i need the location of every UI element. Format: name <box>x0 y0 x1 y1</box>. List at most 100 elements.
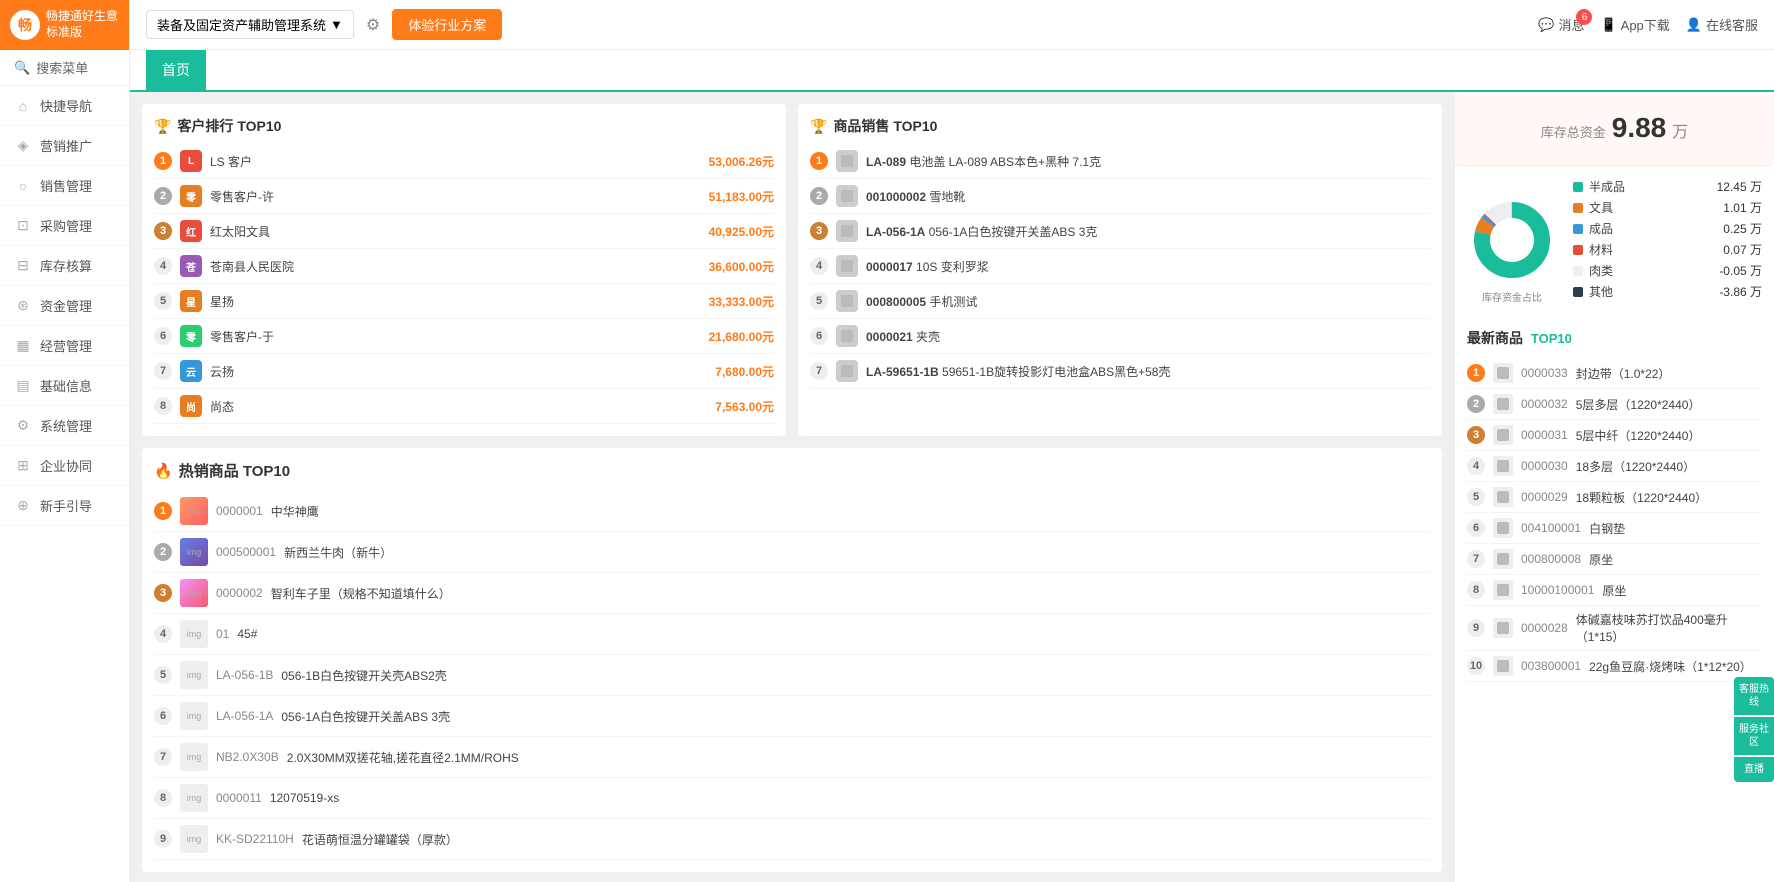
product-image: img <box>180 620 208 648</box>
product-rank-item: 7 LA-59651-1B 59651-1B旋转投影灯电池盒ABS黑色+58壳 <box>810 354 1430 389</box>
product-name: 056-1B白色按键开关壳ABS2壳 <box>281 667 446 684</box>
rank-number: 7 <box>810 362 828 380</box>
product-rank-list: 1 LA-089 电池盖 LA-089 ABS本色+黑种 7.1克 2 0010… <box>810 144 1430 389</box>
product-code: 0000032 <box>1521 397 1568 411</box>
service-community-button[interactable]: 服务社区 <box>1734 717 1774 755</box>
product-code: NB2.0X30B <box>216 750 279 764</box>
product-avatar <box>1493 363 1513 383</box>
rank-number: 8 <box>1467 581 1485 599</box>
system-select[interactable]: 装备及固定资产辅助管理系统 ▼ <box>146 10 354 39</box>
product-code: 0000033 <box>1521 366 1568 380</box>
product-avatar <box>1493 456 1513 476</box>
product-name: 18颗粒板（1220*2440） <box>1576 489 1707 506</box>
hot-product-item: 7 img NB2.0X30B 2.0X30MM双搓花轴,搓花直径2.1MM/R… <box>154 737 1430 778</box>
hot-product-item: 8 img 0000011 12070519-xs <box>154 778 1430 819</box>
product-image: img <box>180 538 208 566</box>
sidebar-item-marketing[interactable]: ◈ 营销推广 <box>0 126 129 166</box>
tab-home[interactable]: 首页 <box>146 50 206 90</box>
product-code: 0000001 <box>216 504 263 518</box>
legend-dot <box>1573 245 1583 255</box>
settings-icon[interactable]: ⚙ <box>366 15 380 35</box>
customer-ranking-card: 🏆 客户排行 TOP10 1 L LS 客户 53,006.26元 2 零 零售… <box>142 104 786 436</box>
customer-avatar: 云 <box>180 360 202 382</box>
product-name: LA-056-1A 056-1A白色按键开关盖ABS 3克 <box>866 223 1430 240</box>
sidebar-item-finance[interactable]: ⊛ 资金管理 <box>0 286 129 326</box>
product-name: 体碱嘉枝味苏打饮品400毫升（1*15） <box>1576 611 1762 645</box>
rank-number: 1 <box>154 502 172 520</box>
message-button[interactable]: 💬 消息 6 <box>1538 15 1584 34</box>
dropdown-icon: ▼ <box>330 17 343 32</box>
customer-name: 苍南县人民医院 <box>210 258 701 275</box>
customer-ranking-header: 🏆 客户排行 TOP10 <box>154 116 774 136</box>
inventory-unit: 万 <box>1672 118 1688 142</box>
product-avatar <box>1493 425 1513 445</box>
product-code: 000500001 <box>216 545 276 559</box>
product-code: 0000002 <box>216 586 263 600</box>
product-name: 45# <box>237 627 257 641</box>
product-avatar <box>1493 518 1513 538</box>
product-name: 原坐 <box>1589 551 1613 568</box>
customer-name: 零售客户-于 <box>210 328 701 345</box>
legend-name: 肉类 <box>1589 262 1713 279</box>
customer-avatar: 星 <box>180 290 202 312</box>
app-download-button[interactable]: 📱 App下载 <box>1600 15 1669 34</box>
customer-rank-item: 5 星 星扬 33,333.00元 <box>154 284 774 319</box>
legend-item: 半成品 12.45 万 <box>1573 178 1762 195</box>
sidebar-item-purchase[interactable]: ⊡ 采购管理 <box>0 206 129 246</box>
sidebar-item-operation[interactable]: ▦ 经营管理 <box>0 326 129 366</box>
customer-name: 红太阳文具 <box>210 223 701 240</box>
rank-number: 4 <box>810 257 828 275</box>
product-avatar <box>1493 580 1513 600</box>
fire-icon: 🔥 <box>154 462 173 480</box>
customer-rank-item: 4 苍 苍南县人民医院 36,600.00元 <box>154 249 774 284</box>
product-code: 0000028 <box>1521 621 1568 635</box>
inventory-summary: 库存总资金 9.88 万 <box>1455 92 1774 166</box>
product-avatar <box>836 185 858 207</box>
inventory-label: 库存总资金 <box>1541 122 1606 141</box>
sidebar-item-quick-nav[interactable]: ⌂ 快捷导航 <box>0 86 129 126</box>
rank-number: 4 <box>154 257 172 275</box>
rank-number: 5 <box>810 292 828 310</box>
enterprise-icon: ⊞ <box>14 457 32 475</box>
customer-avatar: L <box>180 150 202 172</box>
product-name: 001000002 雪地靴 <box>866 188 1430 205</box>
sidebar-item-enterprise[interactable]: ⊞ 企业协同 <box>0 446 129 486</box>
customer-rank-item: 3 红 红太阳文具 40,925.00元 <box>154 214 774 249</box>
rank-number: 1 <box>1467 364 1485 382</box>
sidebar-item-inventory[interactable]: ⊟ 库存核算 <box>0 246 129 286</box>
product-code: 0000011 <box>216 791 262 805</box>
finance-icon: ⊛ <box>14 297 32 315</box>
rank-number: 3 <box>810 222 828 240</box>
purchase-icon: ⊡ <box>14 217 32 235</box>
sidebar-item-sales[interactable]: ○ 销售管理 <box>0 166 129 206</box>
product-name: 原坐 <box>1602 582 1626 599</box>
new-product-item: 7 000800008 原坐 <box>1467 544 1762 575</box>
sidebar-item-basic[interactable]: ▤ 基础信息 <box>0 366 129 406</box>
experience-button[interactable]: 体验行业方案 <box>392 9 502 40</box>
product-name: 0000021 夹壳 <box>866 328 1430 345</box>
hot-product-item: 4 img 01 45# <box>154 614 1430 655</box>
online-service-button[interactable]: 👤 在线客服 <box>1686 15 1758 34</box>
product-code: 0000030 <box>1521 459 1568 473</box>
customer-rank-item: 6 零 零售客户-于 21,680.00元 <box>154 319 774 354</box>
product-name: 18多层（1220*2440） <box>1576 458 1695 475</box>
sidebar-item-system[interactable]: ⚙ 系统管理 <box>0 406 129 446</box>
hot-products-title: 🔥 热销商品 TOP10 <box>154 460 1430 481</box>
customer-name: LS 客户 <box>210 153 701 170</box>
product-rank-item: 6 0000021 夹壳 <box>810 319 1430 354</box>
new-products-list: 1 0000033 封边带（1.0*22） 2 0000032 5层多层（122… <box>1467 358 1762 682</box>
product-name: 智利车子里（规格不知道填什么） <box>271 585 451 602</box>
rank-number: 10 <box>1467 657 1485 675</box>
customer-rank-item: 2 零 零售客户-许 51,183.00元 <box>154 179 774 214</box>
live-broadcast-button[interactable]: 直播 <box>1734 757 1774 782</box>
rank-number: 4 <box>1467 457 1485 475</box>
customer-service-button[interactable]: 客服热线 <box>1734 677 1774 715</box>
legend-value: 0.25 万 <box>1723 220 1762 237</box>
legend-dot <box>1573 266 1583 276</box>
customer-name: 星扬 <box>210 293 701 310</box>
sidebar-item-guide[interactable]: ⊕ 新手引导 <box>0 486 129 526</box>
product-avatar <box>836 220 858 242</box>
customer-rank-item: 7 云 云扬 7,680.00元 <box>154 354 774 389</box>
legend-value: 1.01 万 <box>1723 199 1762 216</box>
search-menu[interactable]: 🔍 搜索菜单 <box>0 50 129 86</box>
